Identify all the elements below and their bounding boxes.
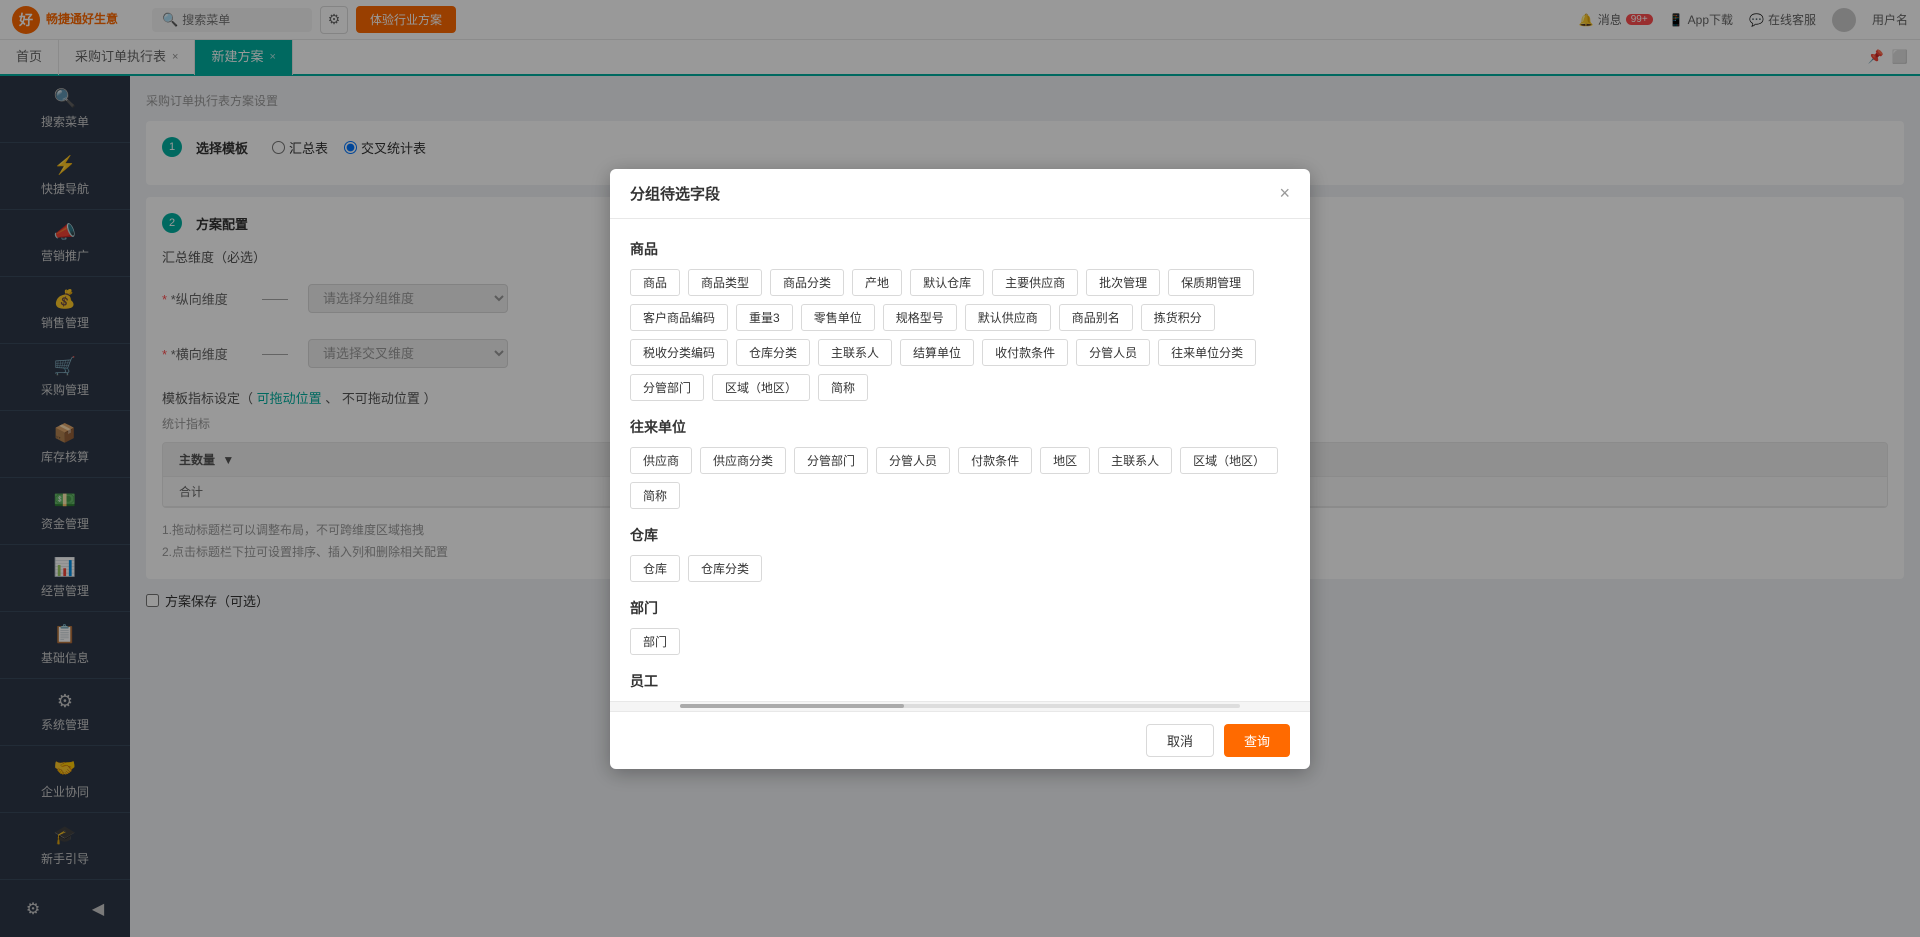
field-tag-partner-4[interactable]: 付款条件 [958, 447, 1032, 474]
product-field-grid: 商品 商品类型 商品分类 产地 默认仓库 主要供应商 批次管理 保质期管理 客户… [630, 269, 1290, 401]
field-tag-warehouse-1[interactable]: 仓库分类 [688, 555, 762, 582]
field-tag-product-5[interactable]: 主要供应商 [992, 269, 1078, 296]
field-tag-product-7[interactable]: 保质期管理 [1168, 269, 1254, 296]
field-tag-product-10[interactable]: 零售单位 [801, 304, 875, 331]
field-tag-product-12[interactable]: 默认供应商 [965, 304, 1051, 331]
partner-section-title: 往来单位 [630, 417, 1290, 437]
field-tag-partner-3[interactable]: 分管人员 [876, 447, 950, 474]
partner-section: 往来单位 供应商 供应商分类 分管部门 分管人员 付款条件 地区 主联系人 区域… [630, 417, 1290, 509]
department-section-title: 部门 [630, 598, 1290, 618]
field-tag-product-0[interactable]: 商品 [630, 269, 680, 296]
warehouse-field-grid: 仓库 仓库分类 [630, 555, 1290, 582]
modal-horizontal-scrollbar[interactable] [610, 701, 1310, 710]
employee-section: 员工 业务员 [630, 671, 1290, 702]
modal-cancel-button[interactable]: 取消 [1146, 724, 1214, 757]
field-tag-warehouse-0[interactable]: 仓库 [630, 555, 680, 582]
field-tag-product-21[interactable]: 往来单位分类 [1158, 339, 1256, 366]
field-tag-product-8[interactable]: 客户商品编码 [630, 304, 728, 331]
field-tag-product-15[interactable]: 税收分类编码 [630, 339, 728, 366]
department-field-grid: 部门 [630, 628, 1290, 655]
modal-confirm-button[interactable]: 查询 [1224, 724, 1290, 757]
modal-close-button[interactable]: × [1279, 183, 1290, 204]
modal-header: 分组待选字段 × [610, 169, 1310, 219]
warehouse-section-title: 仓库 [630, 525, 1290, 545]
department-section: 部门 部门 [630, 598, 1290, 655]
modal-dialog: 分组待选字段 × 商品 商品 商品类型 商品分类 产地 默认仓库 主要供应商 批… [610, 169, 1310, 769]
partner-field-grid: 供应商 供应商分类 分管部门 分管人员 付款条件 地区 主联系人 区域（地区） … [630, 447, 1290, 509]
field-tag-partner-0[interactable]: 供应商 [630, 447, 692, 474]
warehouse-section: 仓库 仓库 仓库分类 [630, 525, 1290, 582]
field-tag-product-13[interactable]: 商品别名 [1059, 304, 1133, 331]
field-tag-product-14[interactable]: 拣货积分 [1141, 304, 1215, 331]
field-tag-product-22[interactable]: 分管部门 [630, 374, 704, 401]
field-tag-product-6[interactable]: 批次管理 [1086, 269, 1160, 296]
field-tag-partner-1[interactable]: 供应商分类 [700, 447, 786, 474]
field-tag-product-20[interactable]: 分管人员 [1076, 339, 1150, 366]
field-tag-product-9[interactable]: 重量3 [736, 304, 793, 331]
field-tag-dept-0[interactable]: 部门 [630, 628, 680, 655]
field-tag-product-16[interactable]: 仓库分类 [736, 339, 810, 366]
field-tag-product-2[interactable]: 商品分类 [770, 269, 844, 296]
field-tag-product-18[interactable]: 结算单位 [900, 339, 974, 366]
modal-overlay[interactable]: 分组待选字段 × 商品 商品 商品类型 商品分类 产地 默认仓库 主要供应商 批… [0, 0, 1920, 937]
modal-body: 商品 商品 商品类型 商品分类 产地 默认仓库 主要供应商 批次管理 保质期管理… [610, 219, 1310, 702]
field-tag-partner-8[interactable]: 简称 [630, 482, 680, 509]
modal-title: 分组待选字段 [630, 183, 720, 204]
field-tag-product-24[interactable]: 简称 [818, 374, 868, 401]
field-tag-product-1[interactable]: 商品类型 [688, 269, 762, 296]
field-tag-partner-7[interactable]: 区域（地区） [1180, 447, 1278, 474]
field-tag-partner-5[interactable]: 地区 [1040, 447, 1090, 474]
employee-section-title: 员工 [630, 671, 1290, 691]
product-section-title: 商品 [630, 239, 1290, 259]
modal-footer: 取消 查询 [610, 711, 1310, 769]
product-section: 商品 商品 商品类型 商品分类 产地 默认仓库 主要供应商 批次管理 保质期管理… [630, 239, 1290, 401]
field-tag-partner-2[interactable]: 分管部门 [794, 447, 868, 474]
field-tag-partner-6[interactable]: 主联系人 [1098, 447, 1172, 474]
field-tag-product-3[interactable]: 产地 [852, 269, 902, 296]
field-tag-product-17[interactable]: 主联系人 [818, 339, 892, 366]
field-tag-product-4[interactable]: 默认仓库 [910, 269, 984, 296]
field-tag-product-19[interactable]: 收付款条件 [982, 339, 1068, 366]
field-tag-product-23[interactable]: 区域（地区） [712, 374, 810, 401]
field-tag-product-11[interactable]: 规格型号 [883, 304, 957, 331]
